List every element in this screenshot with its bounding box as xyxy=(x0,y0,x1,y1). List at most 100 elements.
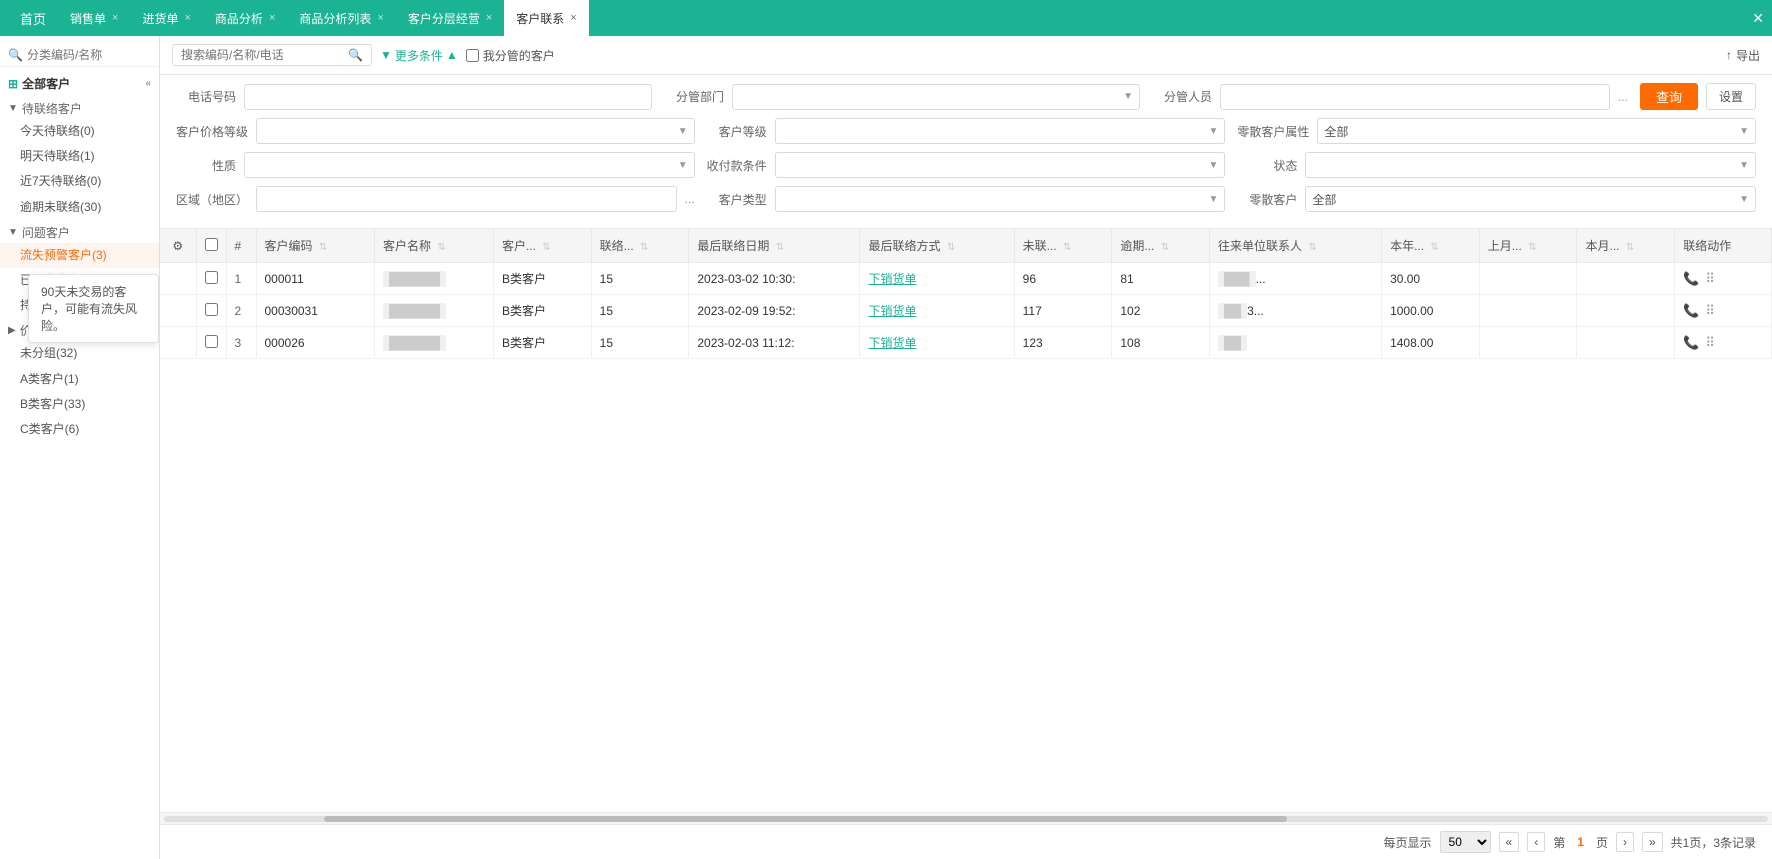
region-select[interactable] xyxy=(256,186,677,212)
row1-phone-icon[interactable]: 📞 xyxy=(1683,271,1699,287)
sidebar-search-input[interactable] xyxy=(27,48,151,62)
row1-last-method[interactable]: 下销货单 xyxy=(860,263,1014,295)
row2-checkbox[interactable] xyxy=(196,295,226,327)
col-code[interactable]: 客户编码 ⇅ xyxy=(256,229,375,263)
horizontal-scrollbar[interactable] xyxy=(160,812,1772,824)
manager-more-btn[interactable]: ... xyxy=(1618,90,1628,104)
search-input[interactable] xyxy=(181,48,344,62)
retail-customer-select[interactable]: 全部 ▼ xyxy=(1305,186,1756,212)
phone-input[interactable] xyxy=(244,84,652,110)
sidebar-item-overdue[interactable]: 逾期未联络(30) xyxy=(0,195,159,220)
status-arrow: ▼ xyxy=(1739,160,1749,171)
payment-arrow: ▼ xyxy=(1208,160,1218,171)
export-btn[interactable]: ↑ 导出 xyxy=(1726,47,1760,64)
close-customer-contact-icon[interactable]: × xyxy=(570,12,576,24)
setting-btn[interactable]: 设置 xyxy=(1706,83,1756,110)
sort-contact-icon: ⇅ xyxy=(640,242,648,253)
next-page-btn[interactable]: › xyxy=(1616,832,1634,852)
my-customers-checkbox[interactable] xyxy=(466,49,479,62)
col-this-year[interactable]: 本年... ⇅ xyxy=(1382,229,1480,263)
sidebar-item-class-a[interactable]: A类客户(1) xyxy=(0,367,159,392)
close-analysis-icon[interactable]: × xyxy=(269,12,275,24)
close-purchase-icon[interactable]: × xyxy=(184,12,190,24)
sidebar-item-tomorrow[interactable]: 明天待联络(1) xyxy=(0,144,159,169)
scroll-thumb[interactable] xyxy=(324,816,1286,822)
payment-select[interactable]: ▼ xyxy=(775,152,1226,178)
manager-select[interactable] xyxy=(1220,84,1610,110)
nav-tab-analysis-list[interactable]: 商品分析列表 × xyxy=(287,0,395,36)
select-all-checkbox[interactable] xyxy=(205,238,218,251)
col-overdue[interactable]: 逾期... ⇅ xyxy=(1112,229,1210,263)
table-header-row: ⚙ # 客户编码 ⇅ 客户名称 ⇅ 客户... ⇅ 联络... ⇅ 最后联络日期… xyxy=(160,229,1772,263)
prev-page-btn[interactable]: ‹ xyxy=(1527,832,1545,852)
row3-phone-icon[interactable]: 📞 xyxy=(1683,335,1699,351)
query-btn[interactable]: 查询 xyxy=(1640,83,1698,110)
customer-level-select[interactable]: ▼ xyxy=(775,118,1226,144)
nav-home[interactable]: 首页 xyxy=(8,9,58,28)
more-conditions-btn[interactable]: ▼ 更多条件 ▲ xyxy=(380,47,458,64)
col-contacts[interactable]: 往来单位联系人 ⇅ xyxy=(1210,229,1382,263)
nav-tab-analysis[interactable]: 商品分析 × xyxy=(203,0,287,36)
col-checkbox[interactable] xyxy=(196,229,226,263)
region-more-btn[interactable]: ... xyxy=(685,192,695,206)
row3-checkbox[interactable] xyxy=(196,327,226,359)
sidebar-item-class-c[interactable]: C类客户(6) xyxy=(0,417,159,442)
col-settings[interactable]: ⚙ xyxy=(160,229,196,263)
row2-last-method[interactable]: 下销货单 xyxy=(860,295,1014,327)
row3-last-method[interactable]: 下销货单 xyxy=(860,327,1014,359)
col-name[interactable]: 客户名称 ⇅ xyxy=(375,229,494,263)
filter-customer-level: 客户等级 ▼ xyxy=(707,118,1226,144)
nav-tab-customer-layer[interactable]: 客户分层经营 × xyxy=(396,0,504,36)
window-close-icon[interactable]: ✕ xyxy=(1752,10,1764,27)
col-contact[interactable]: 联络... ⇅ xyxy=(591,229,689,263)
dept-select[interactable]: ▼ xyxy=(732,84,1140,110)
sidebar-item-7days[interactable]: 近7天待联络(0) xyxy=(0,169,159,194)
row1-check[interactable] xyxy=(205,271,218,284)
nav-tab-sales[interactable]: 销售单 × xyxy=(58,0,130,36)
row2-phone-icon[interactable]: 📞 xyxy=(1683,303,1699,319)
arrow-icon-2: ▼ xyxy=(8,227,18,238)
all-customers-header[interactable]: ⊞ 全部客户 « xyxy=(0,71,159,96)
close-sales-icon[interactable]: × xyxy=(112,12,118,24)
status-select[interactable]: ▼ xyxy=(1305,152,1756,178)
group-pending-contact[interactable]: ▼ 待联络客户 xyxy=(0,96,159,119)
search-icon[interactable]: 🔍 xyxy=(348,48,363,62)
group-problem-customers[interactable]: ▼ 问题客户 xyxy=(0,220,159,243)
collapse-icon[interactable]: « xyxy=(145,78,151,89)
close-customer-layer-icon[interactable]: × xyxy=(486,12,492,24)
col-last-contact-date[interactable]: 最后联络日期 ⇅ xyxy=(689,229,860,263)
sidebar-item-churn-warning[interactable]: 流失预警客户(3) xyxy=(0,243,159,268)
row3-more-icon[interactable]: ⠿ xyxy=(1705,335,1715,351)
per-page-select[interactable]: 50 100 xyxy=(1440,831,1491,853)
col-not-contacted[interactable]: 未联... ⇅ xyxy=(1014,229,1112,263)
col-last-month[interactable]: 上月... ⇅ xyxy=(1479,229,1577,263)
retail-attr-select[interactable]: 全部 ▼ xyxy=(1317,118,1756,144)
row1-more-icon[interactable]: ⠿ xyxy=(1705,271,1715,287)
row3-check[interactable] xyxy=(205,335,218,348)
close-analysis-list-icon[interactable]: × xyxy=(377,12,383,24)
sidebar-item-today[interactable]: 今天待联络(0) xyxy=(0,119,159,144)
arrow-icon-3: ▶ xyxy=(8,325,16,336)
sidebar-item-class-b[interactable]: B类客户(33) xyxy=(0,392,159,417)
grid-icon: ⊞ xyxy=(8,77,18,91)
nav-tab-purchase[interactable]: 进货单 × xyxy=(130,0,202,36)
col-type[interactable]: 客户... ⇅ xyxy=(493,229,591,263)
price-level-select[interactable]: ▼ xyxy=(256,118,695,144)
customer-type-select[interactable]: ▼ xyxy=(775,186,1226,212)
col-this-month[interactable]: 本月... ⇅ xyxy=(1577,229,1675,263)
page-label: 第 xyxy=(1553,834,1565,851)
table-row: 1 000011 ██████ B类客户 15 2023-03-02 10:30… xyxy=(160,263,1772,295)
col-last-contact-method[interactable]: 最后联络方式 ⇅ xyxy=(860,229,1014,263)
last-page-btn[interactable]: » xyxy=(1642,832,1663,852)
nature-select[interactable]: ▼ xyxy=(244,152,695,178)
first-page-btn[interactable]: « xyxy=(1499,832,1520,852)
filter-actions-1: 查询 设置 xyxy=(1640,83,1756,110)
row1-checkbox[interactable] xyxy=(196,263,226,295)
row2-more-icon[interactable]: ⠿ xyxy=(1705,303,1715,319)
scroll-track xyxy=(164,816,1768,822)
sidebar-item-ungroup[interactable]: 未分组(32) xyxy=(0,341,159,366)
nav-tab-customer-contact[interactable]: 客户联系 × xyxy=(504,0,588,36)
row2-check[interactable] xyxy=(205,303,218,316)
row2-overdue: 102 xyxy=(1112,295,1210,327)
filter-phone: 电话号码 xyxy=(176,84,652,110)
